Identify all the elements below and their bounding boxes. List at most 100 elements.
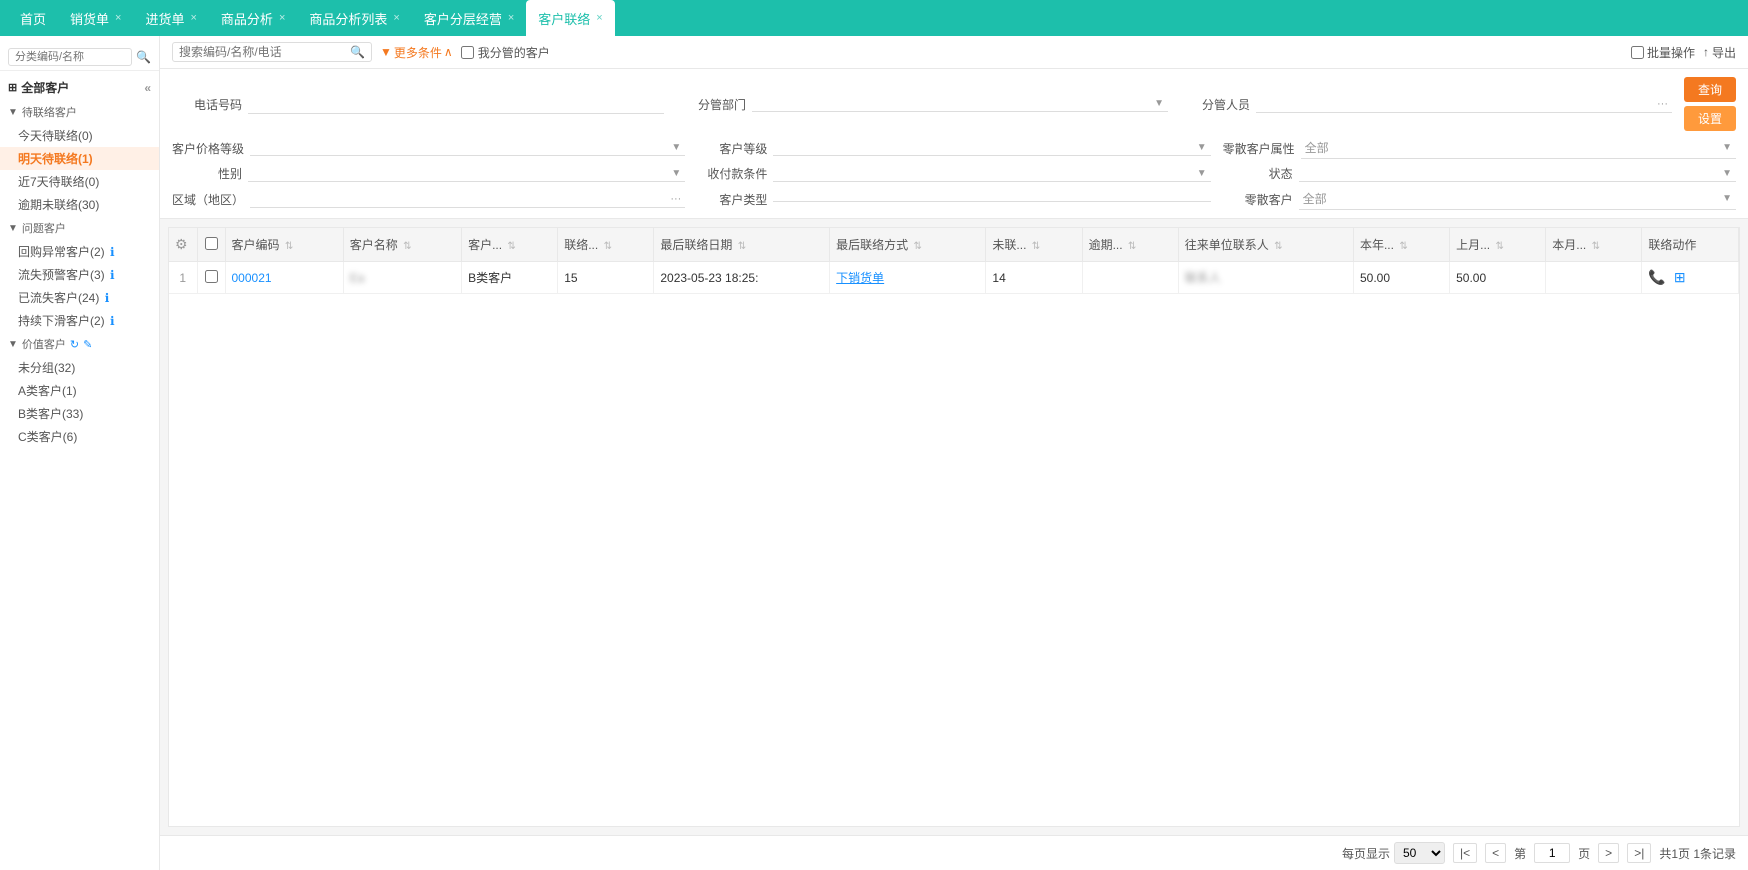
filter-phone-input[interactable] (248, 95, 664, 114)
nav-home[interactable]: 首页 (8, 0, 58, 36)
nav-goods-list-close[interactable]: × (393, 12, 399, 24)
filter-retail-customer-select[interactable]: 全部 ▼ (1299, 188, 1736, 210)
edit-icon[interactable]: ✎ (83, 338, 92, 351)
cell-last-method[interactable]: 下销货单 (830, 262, 986, 294)
col-code[interactable]: 客户编码 ⇅ (225, 228, 343, 262)
cv-chevron: ▼ (671, 142, 681, 153)
nav-contact-close[interactable]: × (596, 12, 602, 24)
page-label: 第 (1514, 845, 1526, 862)
sidebar-ungrouped[interactable]: 未分组(32) (0, 356, 159, 379)
filter-dept-select[interactable]: ▼ (752, 96, 1168, 112)
last-page-btn[interactable]: >| (1627, 843, 1651, 863)
filter-region: 区域（地区） ··· (172, 191, 685, 208)
cell-code[interactable]: 000021 (225, 262, 343, 294)
col-this-month[interactable]: 本月... ⇅ (1546, 228, 1642, 262)
sidebar-tomorrow-contact[interactable]: 明天待联络(1) (0, 147, 159, 170)
set-button[interactable]: 设置 (1684, 106, 1736, 131)
info-icon-0: ℹ (110, 245, 115, 259)
filter-manager-select[interactable]: ··· (1256, 96, 1672, 113)
filter-retail-attr-select[interactable]: 全部 ▼ (1301, 137, 1736, 159)
collapse-icon[interactable]: « (144, 81, 151, 95)
nav-goods-analysis-list[interactable]: 商品分析列表 × (297, 0, 411, 36)
nav-purchase[interactable]: 进货单 × (133, 0, 208, 36)
batch-check[interactable] (1631, 46, 1644, 59)
contact-sort-icon: ⇅ (604, 241, 612, 252)
nav-customer-contact[interactable]: 客户联络 × (526, 0, 614, 36)
batch-op-btn[interactable]: 批量操作 (1631, 44, 1695, 61)
first-page-btn[interactable]: |< (1453, 843, 1477, 863)
more-filter-btn[interactable]: ▼ 更多条件 ∧ (380, 44, 453, 61)
col-last-method[interactable]: 最后联络方式 ⇅ (830, 228, 986, 262)
col-contact[interactable]: 联络... ⇅ (558, 228, 654, 262)
sidebar-abnormal-repurchase[interactable]: 回购异常客户(2) ℹ (0, 240, 159, 263)
sidebar-a-class[interactable]: A类客户(1) (0, 379, 159, 402)
region-more[interactable]: ··· (670, 193, 681, 205)
prev-page-btn[interactable]: < (1485, 843, 1506, 863)
main-layout: 🔍 ⊞ 全部客户 « ▼ 待联络客户 今天待联络(0) 明天待联络(1) 近7天… (0, 36, 1748, 870)
col-type[interactable]: 客户... ⇅ (462, 228, 558, 262)
pagination: 每页显示 50 100 200 |< < 第 页 > >| 共1页 1条记录 (160, 835, 1748, 870)
nav-sales[interactable]: 销货单 × (58, 0, 133, 36)
page-input[interactable] (1534, 843, 1570, 863)
table-header-row: ⚙ 客户编码 ⇅ 客户名称 ⇅ (169, 228, 1739, 262)
toolbar-search-input[interactable] (179, 45, 350, 59)
toolbar: 🔍 ▼ 更多条件 ∧ 我分管的客户 批量操作 ↑ 导出 (160, 36, 1748, 69)
sidebar-declining[interactable]: 持续下滑客户(2) ℹ (0, 309, 159, 332)
col-unit-contacts[interactable]: 往来单位联系人 ⇅ (1178, 228, 1353, 262)
my-customers-check[interactable] (461, 46, 474, 59)
sidebar-search-input[interactable] (8, 48, 132, 66)
problem-customers-group: ▼ 问题客户 (0, 216, 159, 240)
col-uncontacted[interactable]: 未联... ⇅ (986, 228, 1082, 262)
filter-row-1: 电话号码 分管部门 ▼ 分管人员 ··· (172, 77, 1736, 131)
row-checkbox[interactable] (205, 270, 218, 283)
filter-customer-type-select[interactable] (773, 197, 1210, 202)
next-page-btn[interactable]: > (1598, 843, 1619, 863)
nav-goods-analysis-close[interactable]: × (279, 12, 285, 24)
column-settings-icon[interactable]: ⚙ (175, 236, 188, 252)
my-customers-checkbox[interactable]: 我分管的客户 (461, 44, 550, 61)
filter-region-select[interactable]: ··· (250, 191, 685, 208)
manager-more[interactable]: ··· (1657, 98, 1668, 110)
nav-sales-close[interactable]: × (115, 12, 121, 24)
filter-phone: 电话号码 (172, 95, 664, 114)
export-btn[interactable]: ↑ 导出 (1703, 44, 1736, 61)
uncontacted-sort-icon: ⇅ (1032, 241, 1040, 252)
refresh-icon[interactable]: ↻ (70, 338, 79, 351)
cl-chevron: ▼ (1197, 142, 1207, 153)
cell-type: B类客户 (462, 262, 558, 294)
sidebar-today-contact[interactable]: 今天待联络(0) (0, 124, 159, 147)
filter-customer-level-select[interactable]: ▼ (773, 140, 1210, 156)
qr-icon[interactable]: ⊞ (1674, 269, 1686, 286)
cell-name[interactable]: Ea (343, 262, 461, 294)
nav-purchase-close[interactable]: × (190, 12, 196, 24)
col-overdue[interactable]: 逾期... ⇅ (1082, 228, 1178, 262)
nav-customer-segment[interactable]: 客户分层经营 × (412, 0, 526, 36)
toolbar-search-box: 🔍 (172, 42, 372, 62)
sidebar-c-class[interactable]: C类客户(6) (0, 425, 159, 448)
sidebar-b-class[interactable]: B类客户(33) (0, 402, 159, 425)
filter-status-select[interactable]: ▼ (1299, 166, 1736, 182)
query-button[interactable]: 查询 (1684, 77, 1736, 102)
col-name[interactable]: 客户名称 ⇅ (343, 228, 461, 262)
nav-goods-analysis[interactable]: 商品分析 × (209, 0, 297, 36)
call-icon[interactable]: 📞 (1648, 269, 1665, 286)
filter-payment-select[interactable]: ▼ (773, 166, 1210, 182)
sidebar-7days-contact[interactable]: 近7天待联络(0) (0, 170, 159, 193)
col-last-date[interactable]: 最后联络日期 ⇅ (654, 228, 830, 262)
sidebar-search-icon[interactable]: 🔍 (136, 50, 151, 64)
cell-contact: 15 (558, 262, 654, 294)
cell-check (197, 262, 225, 294)
col-last-month[interactable]: 上月... ⇅ (1450, 228, 1546, 262)
sidebar-overdue-contact[interactable]: 逾期未联络(30) (0, 193, 159, 216)
select-all-checkbox[interactable] (205, 237, 218, 250)
nav-segment-close[interactable]: × (508, 12, 514, 24)
sidebar-all-customers[interactable]: ⊞ 全部客户 « (0, 75, 159, 100)
sidebar-churn-warning[interactable]: 流失预警客户(3) ℹ (0, 263, 159, 286)
filter-gender-select[interactable]: ▼ (248, 166, 685, 182)
filter-customer-value-select[interactable]: ▼ (250, 140, 685, 156)
toolbar-search-icon[interactable]: 🔍 (350, 45, 365, 59)
per-page-select[interactable]: 50 100 200 (1394, 842, 1445, 864)
sidebar-churned[interactable]: 已流失客户(24) ℹ (0, 286, 159, 309)
col-this-year[interactable]: 本年... ⇅ (1353, 228, 1449, 262)
cell-uncontacted: 14 (986, 262, 1082, 294)
